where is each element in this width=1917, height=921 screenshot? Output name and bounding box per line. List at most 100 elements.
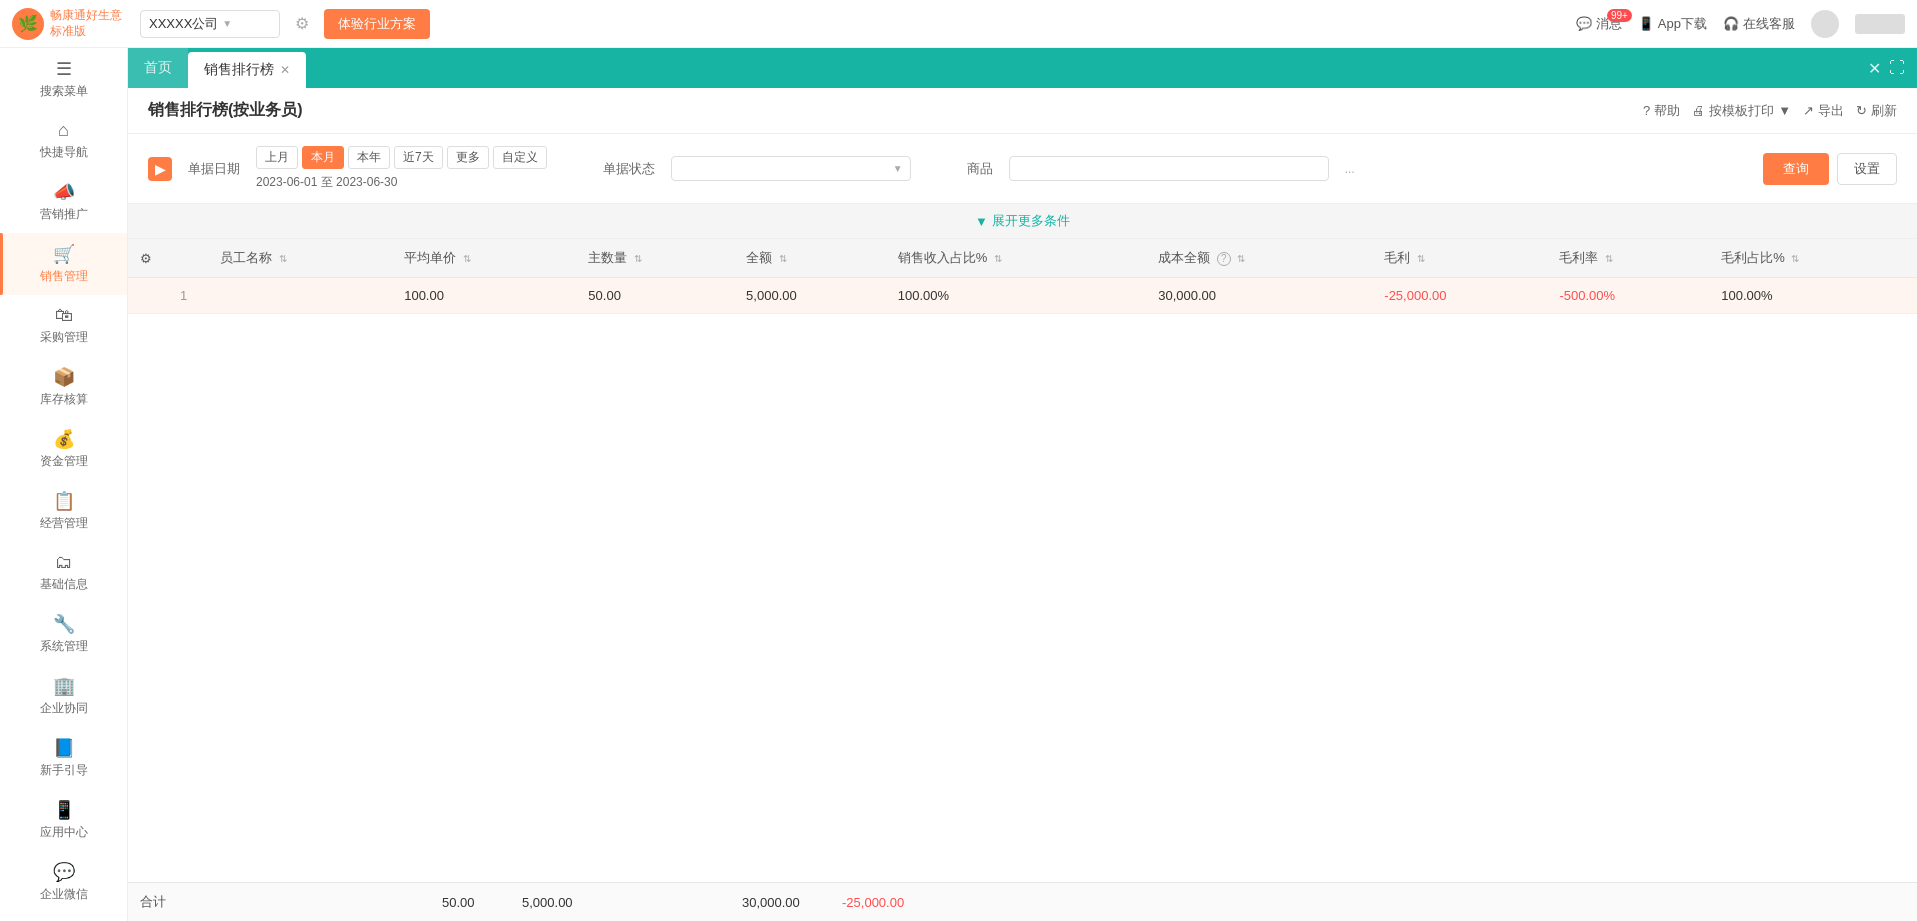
col-name[interactable]: 员工名称 ⇅ [208, 239, 392, 278]
sidebar-item-guide[interactable]: 📘 新手引导 [0, 727, 127, 789]
window-expand-button[interactable]: ⛶ [1889, 59, 1905, 77]
cost-info-icon[interactable]: ? [1217, 252, 1231, 266]
date-btn-this-month[interactable]: 本月 [302, 146, 344, 169]
sidebar-item-label: 资金管理 [40, 453, 88, 470]
sidebar-item-purchase[interactable]: 🛍 采购管理 [0, 295, 127, 356]
cell-profit-pct: 100.00% [1709, 278, 1917, 314]
tab-close-button[interactable]: ✕ [280, 63, 290, 77]
col-avg-price[interactable]: 平均单价 ⇅ [392, 239, 576, 278]
sidebar-item-search[interactable]: ☰ 搜索菜单 [0, 48, 127, 110]
sidebar-item-inventory[interactable]: 📦 库存核算 [0, 356, 127, 418]
sidebar-item-sales[interactable]: 🛒 销售管理 [0, 233, 127, 295]
sort-cost-icon[interactable]: ⇅ [1237, 253, 1245, 264]
wechat-icon: 💬 [53, 861, 75, 883]
sidebar-item-finance[interactable]: 💰 资金管理 [0, 418, 127, 480]
sort-amount-icon[interactable]: ⇅ [779, 253, 787, 264]
col-profit-rate[interactable]: 毛利率 ⇅ [1547, 239, 1709, 278]
cell-sales-pct: 100.00% [886, 278, 1146, 314]
tab-sales-ranking[interactable]: 销售排行榜 ✕ [188, 52, 306, 88]
cell-avg-price: 100.00 [392, 278, 576, 314]
sidebar-item-marketing[interactable]: 📣 营销推广 [0, 171, 127, 233]
sidebar-item-label: 搜索菜单 [40, 83, 88, 100]
window-close-button[interactable]: ✕ [1868, 59, 1881, 78]
footer-main-qty: 50.00 [430, 895, 510, 910]
date-btn-more[interactable]: 更多 [447, 146, 489, 169]
col-cost[interactable]: 成本全额 ? ⇅ [1146, 239, 1372, 278]
help-button[interactable]: ? 帮助 [1643, 102, 1680, 120]
col-amount[interactable]: 全额 ⇅ [734, 239, 886, 278]
sort-main-qty-icon[interactable]: ⇅ [634, 253, 642, 264]
refresh-button[interactable]: ↻ 刷新 [1856, 102, 1897, 120]
sidebar-item-label: 经营管理 [40, 515, 88, 532]
col-settings[interactable]: ⚙ [128, 239, 168, 278]
sort-profit-rate-icon[interactable]: ⇅ [1605, 253, 1613, 264]
sort-sales-pct-icon[interactable]: ⇅ [994, 253, 1002, 264]
col-profit[interactable]: 毛利 ⇅ [1372, 239, 1547, 278]
sidebar-item-vip[interactable]: V 畅会员 [0, 913, 127, 921]
date-btn-custom[interactable]: 自定义 [493, 146, 547, 169]
tab-home[interactable]: 首页 [128, 48, 188, 88]
export-icon: ↗ [1803, 103, 1814, 118]
filter-toggle-button[interactable]: ▶ [148, 157, 172, 181]
home-icon: ⌂ [58, 120, 69, 141]
status-filter-label: 单据状态 [603, 160, 655, 178]
date-btn-7days[interactable]: 近7天 [394, 146, 443, 169]
goods-filter-label: 商品 [967, 160, 993, 178]
expand-icon: ▼ [975, 214, 988, 229]
date-btn-this-year[interactable]: 本年 [348, 146, 390, 169]
sidebar-item-enterprise[interactable]: 🏢 企业协同 [0, 665, 127, 727]
top-right-area: 💬 消息 99+ 📱 App下载 🎧 在线客服 [1576, 10, 1905, 38]
goods-filter-input[interactable] [1009, 156, 1329, 181]
help-label: 帮助 [1654, 102, 1680, 120]
help-icon: ? [1643, 103, 1650, 118]
sort-avg-price-icon[interactable]: ⇅ [463, 253, 471, 264]
print-button[interactable]: 🖨 按模板打印 ▼ [1692, 102, 1791, 120]
date-btn-last-month[interactable]: 上月 [256, 146, 298, 169]
settings-button[interactable]: 设置 [1837, 153, 1897, 185]
expand-more-btn[interactable]: ▼ 展开更多条件 [975, 212, 1070, 230]
col-main-qty[interactable]: 主数量 ⇅ [576, 239, 734, 278]
company-selector[interactable]: XXXXX公司 ▼ [140, 10, 280, 38]
refresh-label: 刷新 [1871, 102, 1897, 120]
more-filters-button[interactable]: ... [1345, 162, 1355, 176]
table-container: ⚙ 员工名称 ⇅ 平均单价 ⇅ 主数量 ⇅ 全额 ⇅ 销售收入占比% ⇅ 成本全… [128, 239, 1917, 882]
sidebar-item-operations[interactable]: 📋 经营管理 [0, 480, 127, 542]
date-range-display: 2023-06-01 至 2023-06-30 [256, 174, 547, 191]
footer-cost: 30,000.00 [730, 895, 830, 910]
app-download-item[interactable]: 📱 App下载 [1638, 15, 1707, 33]
industry-button[interactable]: 体验行业方案 [324, 9, 430, 39]
sort-name-icon[interactable]: ⇅ [279, 253, 287, 264]
page-header: 销售排行榜(按业务员) ? 帮助 🖨 按模板打印 ▼ ↗ [128, 88, 1917, 134]
table-header-row: ⚙ 员工名称 ⇅ 平均单价 ⇅ 主数量 ⇅ 全额 ⇅ 销售收入占比% ⇅ 成本全… [128, 239, 1917, 278]
print-arrow-icon: ▼ [1778, 103, 1791, 118]
query-button[interactable]: 查询 [1763, 153, 1829, 185]
page-content: 销售排行榜(按业务员) ? 帮助 🖨 按模板打印 ▼ ↗ [128, 88, 1917, 921]
col-sales-pct[interactable]: 销售收入占比% ⇅ [886, 239, 1146, 278]
message-badge: 99+ [1607, 9, 1632, 22]
avatar[interactable] [1811, 10, 1839, 38]
sidebar-item-system[interactable]: 🔧 系统管理 [0, 603, 127, 665]
online-service-item[interactable]: 🎧 在线客服 [1723, 15, 1795, 33]
system-icon: 🔧 [53, 613, 75, 635]
date-shortcuts: 上月 本月 本年 近7天 更多 自定义 [256, 146, 547, 169]
status-select[interactable] [671, 156, 911, 181]
message-item[interactable]: 💬 消息 99+ [1576, 15, 1622, 33]
sidebar-item-label: 系统管理 [40, 638, 88, 655]
sort-profit-icon[interactable]: ⇅ [1417, 253, 1425, 264]
topbar-gear-button[interactable]: ⚙ [288, 10, 316, 38]
guide-icon: 📘 [53, 737, 75, 759]
refresh-icon: ↻ [1856, 103, 1867, 118]
sidebar-item-wechat[interactable]: 💬 企业微信 [0, 851, 127, 913]
more-dots-icon: ... [1345, 162, 1355, 176]
col-profit-pct[interactable]: 毛利占比% ⇅ [1709, 239, 1917, 278]
sort-profit-pct-icon[interactable]: ⇅ [1791, 253, 1799, 264]
sidebar-item-label: 新手引导 [40, 762, 88, 779]
footer-total-label: 合计 [140, 894, 166, 909]
export-button[interactable]: ↗ 导出 [1803, 102, 1844, 120]
col-rank [168, 239, 208, 278]
sidebar-item-quicknav[interactable]: ⌂ 快捷导航 [0, 110, 127, 171]
sidebar-item-basic[interactable]: 🗂 基础信息 [0, 542, 127, 603]
sidebar-item-appstore[interactable]: 📱 应用中心 [0, 789, 127, 851]
sidebar-item-label: 采购管理 [40, 329, 88, 346]
sales-ranking-table: ⚙ 员工名称 ⇅ 平均单价 ⇅ 主数量 ⇅ 全额 ⇅ 销售收入占比% ⇅ 成本全… [128, 239, 1917, 314]
